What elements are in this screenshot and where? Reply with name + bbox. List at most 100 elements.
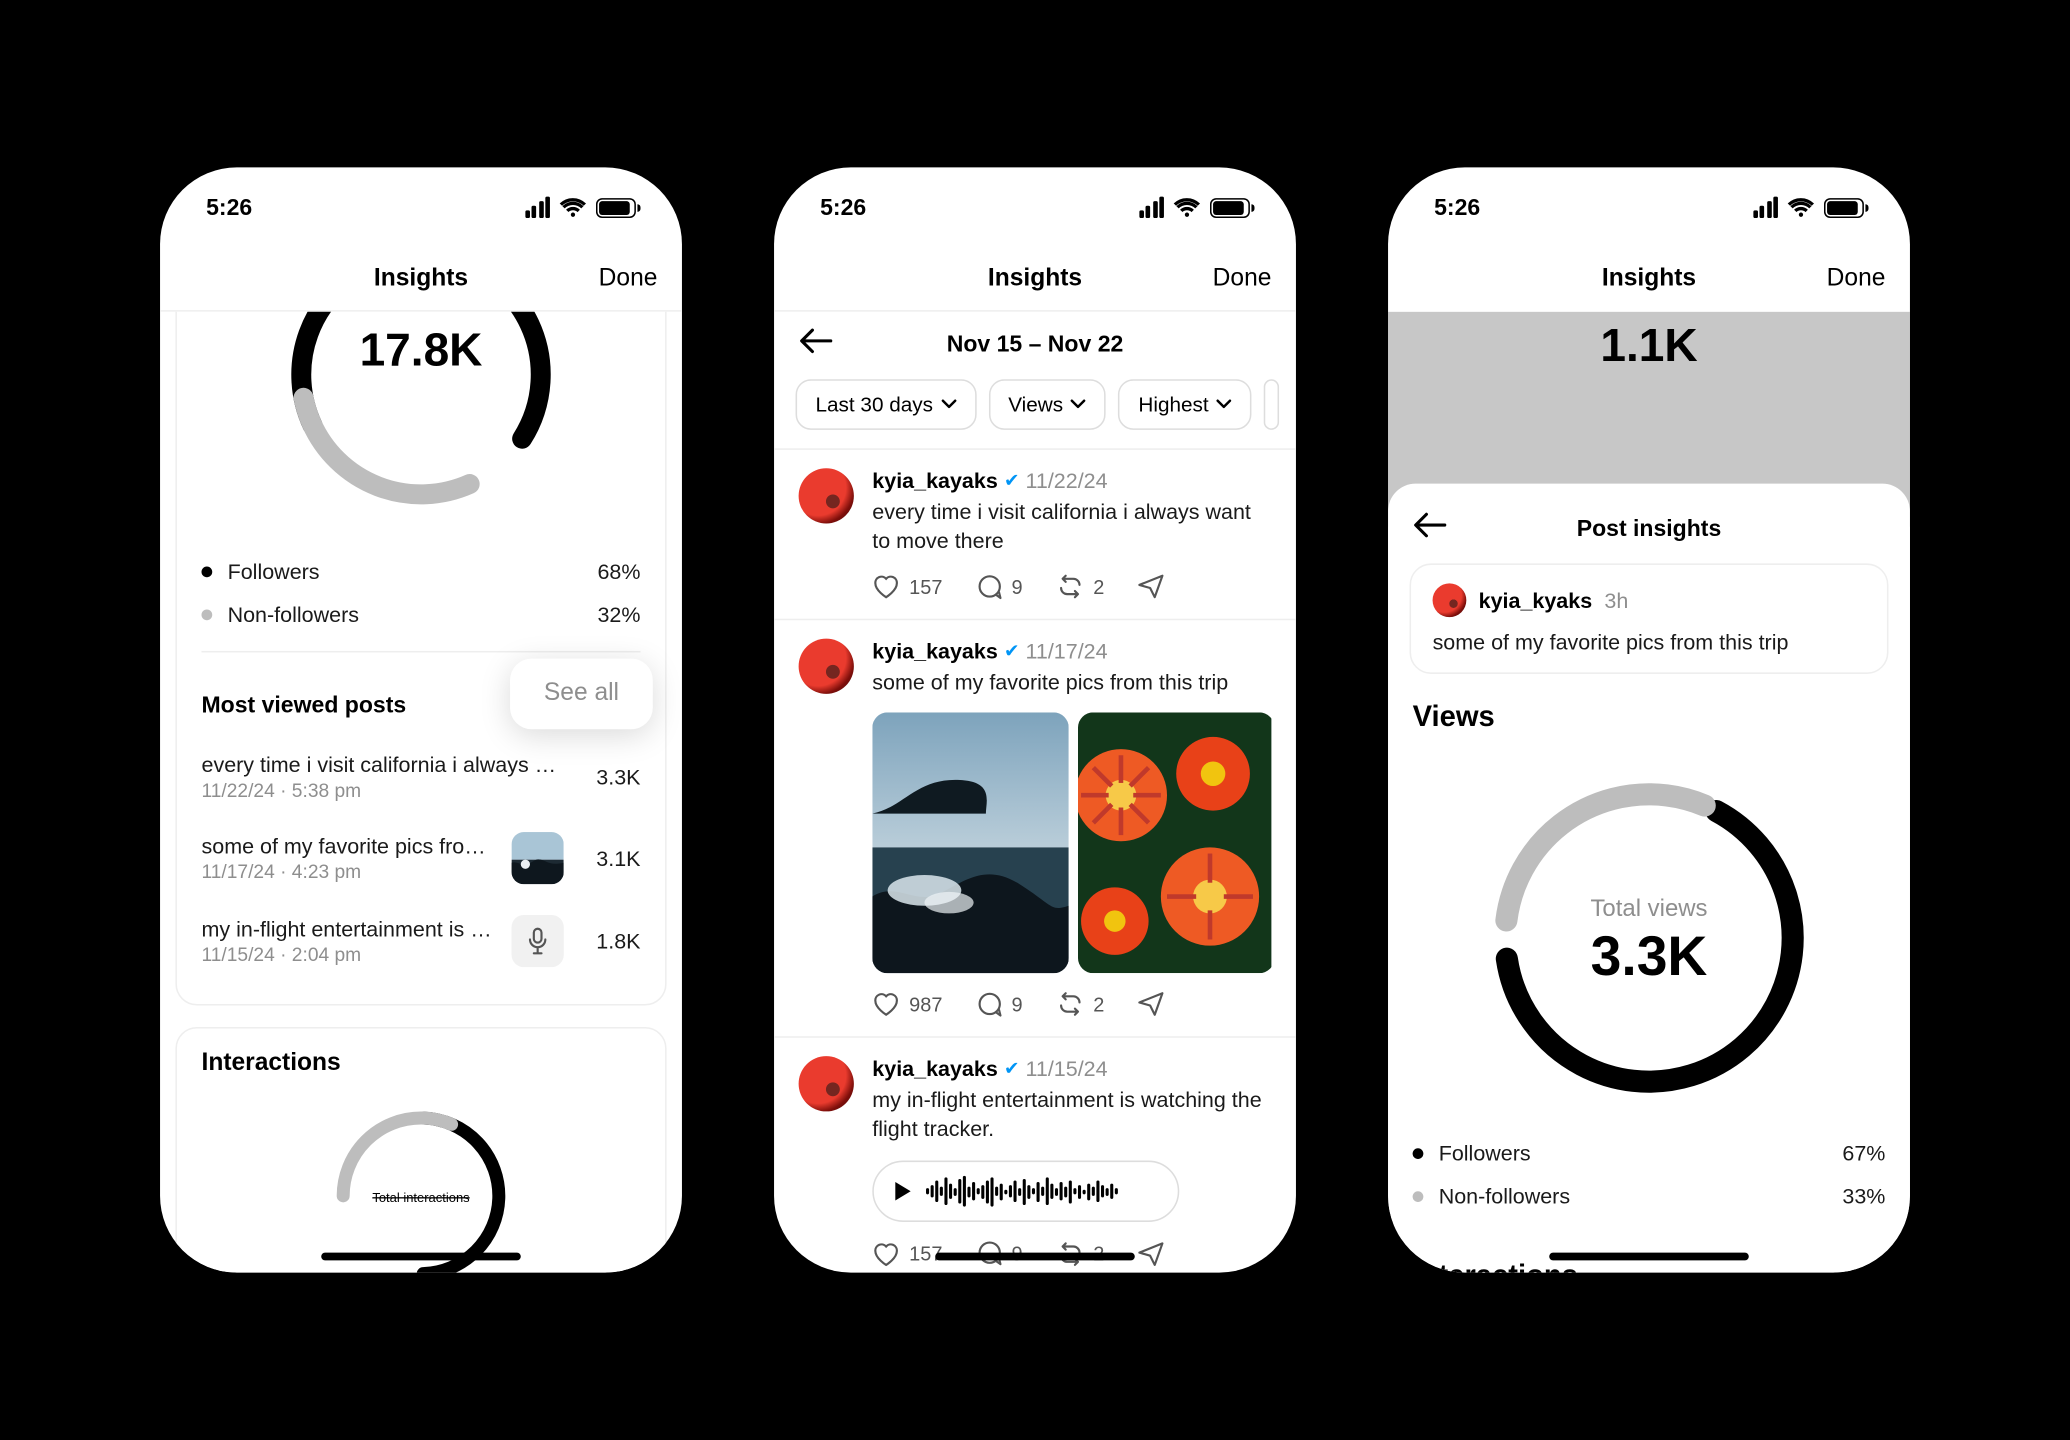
svg-text:Total views: Total views [1590, 895, 1707, 922]
signal-icon [1753, 197, 1778, 218]
avatar[interactable] [799, 1056, 854, 1111]
feed-post[interactable]: kyia_kayaks✔11/17/24 some of my favorite… [774, 620, 1296, 1037]
most-viewed-post[interactable]: every time i visit california i always w… [201, 737, 640, 817]
waveform [926, 1175, 1156, 1209]
share-button[interactable] [1138, 1242, 1164, 1267]
phone-post-insights: 5:26 Insights Done 1.1K Post insi [1388, 167, 1910, 1272]
battery-icon [1824, 197, 1864, 217]
heart-icon [872, 992, 900, 1017]
status-time: 5:26 [1434, 194, 1480, 220]
verified-icon: ✔ [1004, 470, 1019, 491]
heart-icon [872, 575, 900, 600]
avatar[interactable] [799, 638, 854, 693]
nav-bar: Insights Done [1388, 247, 1910, 311]
done-button[interactable]: Done [1213, 265, 1272, 293]
status-bar: 5:26 [1388, 167, 1910, 247]
home-indicator [935, 1253, 1135, 1261]
legend-row-nonfollowers: Non-followers 33% [1413, 1174, 1886, 1217]
filter-period-pill[interactable]: Last 30 days [796, 379, 976, 430]
avatar [1433, 583, 1467, 617]
voice-post-icon [512, 915, 564, 967]
verified-icon: ✔ [1004, 1057, 1019, 1078]
like-button[interactable]: 987 [872, 992, 942, 1017]
most-viewed-post[interactable]: some of my favorite pics from… 11/17/24 … [201, 817, 640, 900]
like-button[interactable]: 157 [872, 575, 942, 600]
screen-title: Insights [1602, 266, 1696, 294]
donut-total-value: 17.8K [360, 323, 483, 375]
filter-sort-pill[interactable]: Highest [1118, 379, 1251, 430]
status-bar: 5:26 [774, 167, 1296, 247]
back-button[interactable] [799, 327, 833, 361]
status-time: 5:26 [206, 194, 252, 220]
signal-icon [525, 197, 550, 218]
screen-title: Insights [374, 265, 468, 293]
verified-icon: ✔ [1004, 640, 1019, 661]
voice-note-player[interactable] [872, 1161, 1179, 1222]
followers-pct: 68% [597, 559, 640, 584]
share-button[interactable] [1138, 992, 1164, 1017]
share-button[interactable] [1138, 575, 1164, 600]
repost-icon [1056, 992, 1084, 1017]
feed-post[interactable]: kyia_kayaks✔11/15/24 my in-flight entert… [774, 1037, 1296, 1272]
most-viewed-post[interactable]: my in-flight entertainment is w… 11/15/2… [201, 900, 640, 983]
interactions-donut-chart: Total interactions [268, 1096, 575, 1273]
comment-button[interactable]: 9 [976, 574, 1022, 600]
phone-posts-list: 5:26 Insights Done Nov 15 – Nov 22 Last … [774, 167, 1296, 1272]
wifi-icon [1173, 197, 1201, 217]
donut-total-value: 3.3K [1591, 925, 1708, 987]
legend-row-followers: Followers 67% [1413, 1131, 1886, 1174]
see-all-button[interactable]: See all [510, 659, 653, 730]
wifi-icon [559, 197, 587, 217]
like-button[interactable]: 157 [872, 1242, 942, 1267]
signal-icon [1139, 197, 1164, 218]
nav-bar: Insights Done [160, 247, 682, 311]
send-icon [1138, 575, 1164, 600]
done-button[interactable]: Done [1827, 266, 1886, 294]
status-time: 5:26 [820, 194, 866, 220]
filter-metric-pill[interactable]: Views [988, 379, 1106, 430]
chevron-down-icon [941, 399, 956, 410]
post-image[interactable] [1078, 712, 1271, 973]
arrow-left-icon [799, 327, 833, 355]
battery-icon [596, 197, 636, 217]
sheet-title: Post insights [1577, 515, 1722, 541]
filter-more-pill[interactable] [1264, 379, 1279, 430]
home-indicator [1549, 1253, 1749, 1261]
post-image[interactable] [872, 712, 1068, 973]
legend-row-followers: Followers 68% [201, 550, 640, 593]
heart-icon [872, 1242, 900, 1267]
phone-insights-overview: 5:26 Insights Done 17.8K Follo [160, 167, 682, 1272]
date-range: Nov 15 – Nov 22 [947, 331, 1124, 357]
post-views-donut-chart: Total views 3.3K [1465, 754, 1833, 1122]
repost-button[interactable]: 2 [1056, 992, 1104, 1017]
avatar[interactable] [799, 468, 854, 523]
views-section-title: Views [1413, 702, 1886, 736]
interactions-title: Interactions [201, 1050, 640, 1078]
post-thumbnail [512, 832, 564, 884]
back-button[interactable] [1413, 511, 1447, 545]
interactions-section-title: Interactions [1413, 1260, 1886, 1272]
send-icon [1138, 1242, 1164, 1267]
chevron-down-icon [1071, 399, 1086, 410]
arrow-left-icon [1413, 511, 1447, 539]
views-donut-chart: 17.8K [268, 312, 575, 528]
comment-icon [976, 991, 1002, 1017]
home-indicator [321, 1253, 521, 1261]
status-bar: 5:26 [160, 167, 682, 247]
wifi-icon [1787, 197, 1815, 217]
comment-icon [976, 574, 1002, 600]
comment-button[interactable]: 9 [976, 991, 1022, 1017]
nav-bar: Insights Done [774, 247, 1296, 311]
bottom-sheet: Post insights kyia_kyaks 3h some of my f… [1388, 484, 1910, 1273]
send-icon [1138, 992, 1164, 1017]
post-summary-card[interactable]: kyia_kyaks 3h some of my favorite pics f… [1410, 563, 1889, 674]
done-button[interactable]: Done [599, 265, 658, 293]
nonfollowers-pct: 32% [597, 602, 640, 627]
feed-post[interactable]: kyia_kayaks✔11/22/24 every time i visit … [774, 450, 1296, 620]
repost-icon [1056, 575, 1084, 600]
repost-button[interactable]: 2 [1056, 575, 1104, 600]
chevron-down-icon [1216, 399, 1231, 410]
mic-icon [527, 927, 548, 955]
legend-row-nonfollowers: Non-followers 32% [201, 593, 640, 636]
screen-title: Insights [988, 265, 1082, 293]
